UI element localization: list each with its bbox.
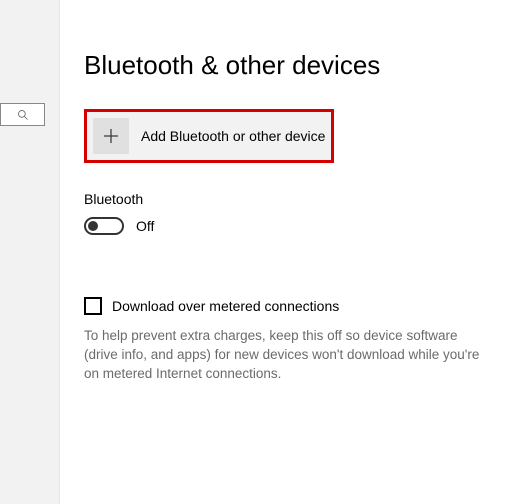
toggle-knob (88, 221, 98, 231)
metered-description: To help prevent extra charges, keep this… (84, 327, 494, 384)
search-input[interactable] (0, 103, 45, 126)
page-title: Bluetooth & other devices (84, 50, 507, 81)
bluetooth-toggle-state: Off (136, 218, 154, 234)
search-icon (17, 109, 29, 121)
bluetooth-toggle[interactable] (84, 217, 124, 235)
add-device-button[interactable]: Add Bluetooth or other device (84, 109, 334, 163)
main-content: Bluetooth & other devices Add Bluetooth … (60, 0, 507, 504)
sidebar (0, 0, 60, 504)
add-device-label: Add Bluetooth or other device (141, 128, 325, 144)
bluetooth-section-label: Bluetooth (84, 191, 507, 207)
metered-checkbox[interactable] (84, 297, 102, 315)
metered-checkbox-label: Download over metered connections (112, 298, 339, 314)
plus-icon (93, 118, 129, 154)
